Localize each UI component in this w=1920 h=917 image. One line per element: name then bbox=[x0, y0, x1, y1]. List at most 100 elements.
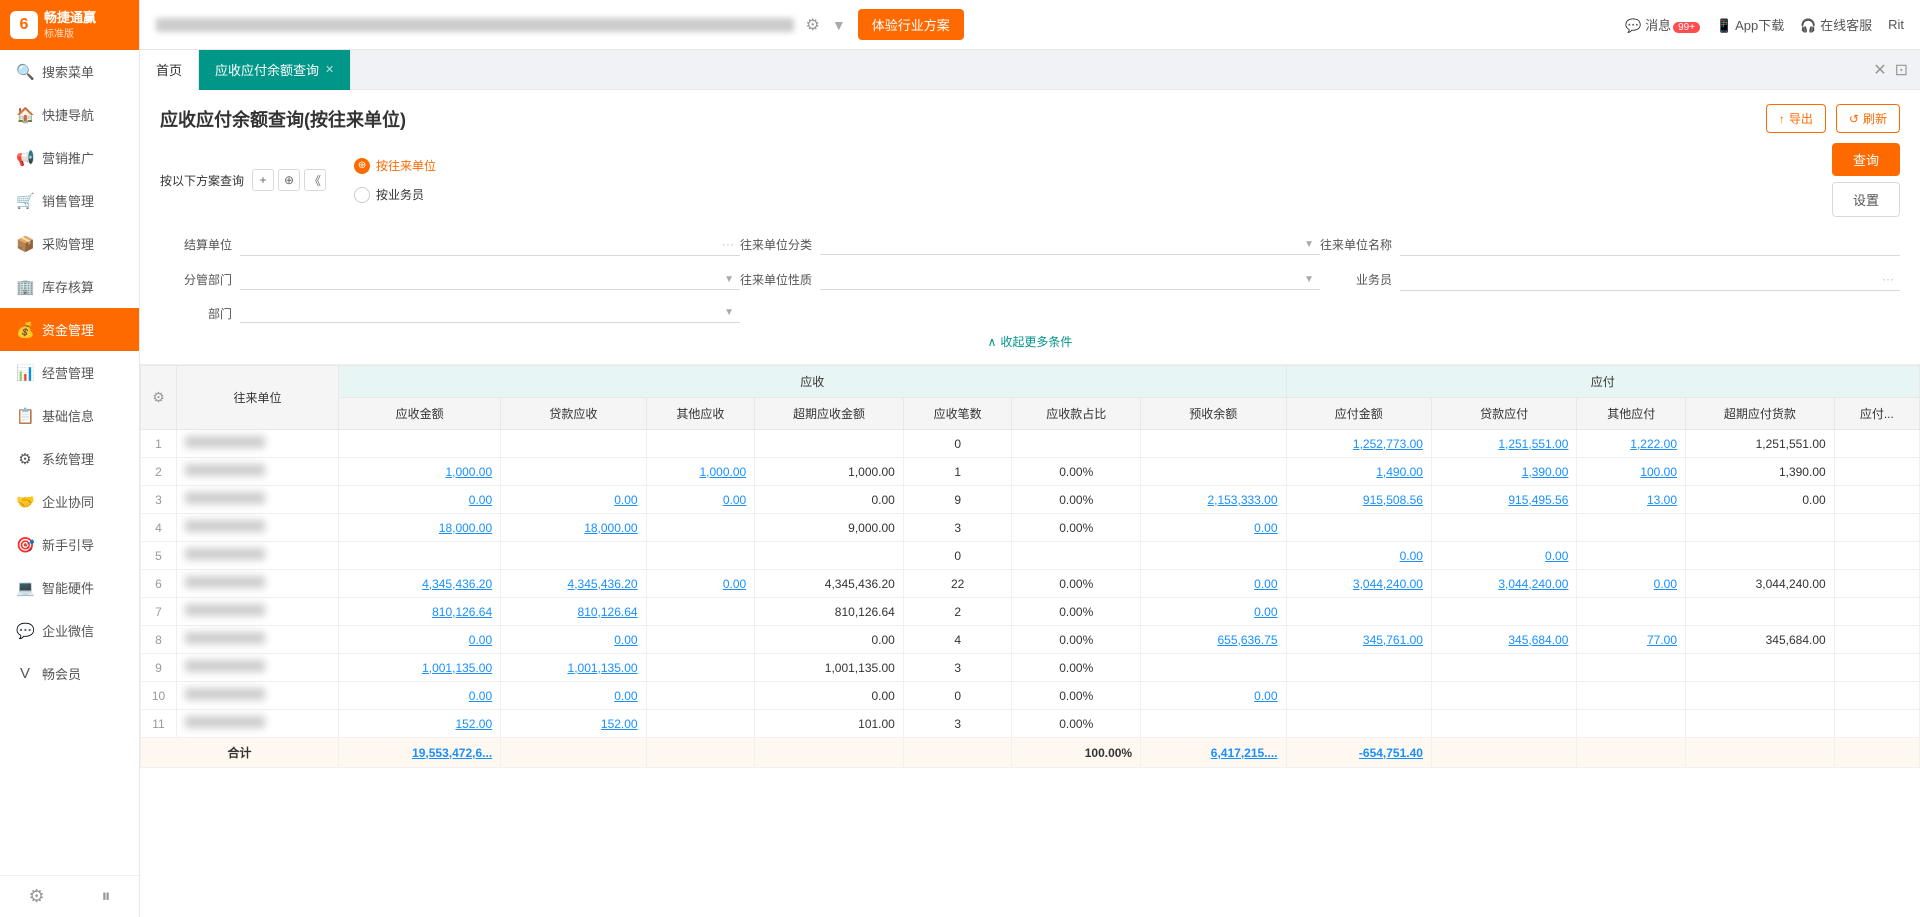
total-label: 合计 bbox=[141, 738, 339, 768]
th-group-ap: 应付 bbox=[1286, 366, 1919, 398]
filter-dept-select[interactable]: ▼ bbox=[240, 270, 740, 290]
filter-unit-name-label: 往来单位名称 bbox=[1320, 236, 1400, 253]
filter-collapse-button[interactable]: ∧ 收起更多条件 bbox=[160, 329, 1900, 354]
filter-salesperson-input[interactable]: ··· bbox=[1400, 268, 1900, 291]
sidebar-label-corp: 企业协同 bbox=[42, 492, 94, 511]
sidebar-item-member[interactable]: V畅会员 bbox=[0, 652, 139, 695]
filter-unit-name-input[interactable] bbox=[1400, 233, 1900, 256]
total-ap-amount[interactable]: -654,751.40 bbox=[1286, 738, 1431, 768]
table-row: 21,000.001,000.001,000.0010.00%1,490.001… bbox=[141, 458, 1920, 486]
sidebar-label-guide: 新手引导 bbox=[42, 535, 94, 554]
logo-icon: 6 bbox=[10, 11, 38, 39]
sidebar-label-quick-nav: 快捷导航 bbox=[42, 105, 94, 124]
sidebar-label-purchase: 采购管理 bbox=[42, 234, 94, 253]
tab-ar-ap[interactable]: 应收应付余额查询 ✕ bbox=[199, 50, 351, 90]
sidebar-label-member: 畅会员 bbox=[42, 664, 81, 683]
sidebar-item-inventory[interactable]: 🏢库存核算 bbox=[0, 265, 139, 308]
sidebar-item-guide[interactable]: 🎯新手引导 bbox=[0, 523, 139, 566]
tab-home[interactable]: 首页 bbox=[140, 50, 199, 90]
filter-unit-category-select[interactable]: ▼ bbox=[820, 235, 1320, 255]
export-button[interactable]: ↑ 导出 bbox=[1766, 104, 1826, 133]
window-close-icon[interactable]: ✕ bbox=[1873, 60, 1886, 80]
filter-department: 部门 ▼ bbox=[160, 297, 740, 329]
total-row: 合计 19,553,472,6... 100.00% 6,417,215....… bbox=[141, 738, 1920, 768]
th-ar-count: 应收笔数 bbox=[903, 398, 1012, 430]
th-ap-other: 其他应付 bbox=[1577, 398, 1686, 430]
sidebar-label-operation: 经营管理 bbox=[42, 363, 94, 382]
filter-unit-category-label: 往来单位分类 bbox=[740, 236, 820, 253]
filter-settlement-input[interactable]: ··· bbox=[240, 233, 740, 256]
filter-dept-manager: 分管部门 ▼ bbox=[160, 262, 740, 297]
solution-button[interactable]: 体验行业方案 bbox=[858, 9, 964, 40]
user-name[interactable]: Rit bbox=[1888, 17, 1904, 32]
scheme-add-icon[interactable]: + bbox=[252, 169, 274, 191]
total-ar-advance[interactable]: 6,417,215.... bbox=[1141, 738, 1286, 768]
total-ar-other bbox=[646, 738, 755, 768]
sidebar-item-wechat[interactable]: 💬 企业微信 bbox=[0, 609, 139, 652]
page-actions: ↑ 导出 ↺ 刷新 bbox=[1766, 104, 1900, 133]
filter-option-by-staff[interactable]: 按业务员 bbox=[344, 182, 446, 207]
wechat-icon: 💬 bbox=[16, 622, 34, 640]
scheme-settings-icon[interactable]: ⊕ bbox=[278, 169, 300, 191]
th-ap-loan: 贷款应付 bbox=[1431, 398, 1576, 430]
online-service[interactable]: 🎧 在线客服 bbox=[1800, 15, 1872, 34]
total-ap-loan bbox=[1431, 738, 1576, 768]
th-ar-ratio: 应收款占比 bbox=[1012, 398, 1141, 430]
search-icon: 🔍 bbox=[16, 63, 34, 81]
filter-unit-nature-select[interactable]: ▼ bbox=[820, 270, 1320, 290]
tab-close-icon[interactable]: ✕ bbox=[325, 63, 334, 76]
sidebar-item-marketing[interactable]: 📢营销推广 bbox=[0, 136, 139, 179]
filter-settlement-label: 结算单位 bbox=[160, 236, 240, 253]
query-button[interactable]: 查询 bbox=[1832, 143, 1900, 176]
sidebar-label-search: 搜索菜单 bbox=[42, 62, 94, 81]
filter-scheme-row: 按以下方案查询 + ⊕ 《 ⊕ 按往来单位 按业务员 bbox=[160, 143, 1900, 217]
table-row: 91,001,135.001,001,135.001,001,135.0030.… bbox=[141, 654, 1920, 682]
sidebar-item-sales[interactable]: 🛒销售管理 bbox=[0, 179, 139, 222]
filter-option-by-unit[interactable]: ⊕ 按往来单位 bbox=[344, 153, 446, 178]
sidebar-item-finance[interactable]: 💰资金管理 bbox=[0, 308, 139, 351]
sidebar-item-basic[interactable]: 📋基础信息 bbox=[0, 394, 139, 437]
topbar-gear-icon[interactable]: ⚙ bbox=[806, 15, 820, 35]
total-ap-other bbox=[1577, 738, 1686, 768]
logo-text: 畅捷通赢 标准版 bbox=[44, 10, 96, 41]
th-ap-overdue: 超期应付货款 bbox=[1686, 398, 1835, 430]
sidebar-item-search[interactable]: 🔍 搜索菜单 bbox=[0, 50, 139, 93]
sidebar-label-finance: 资金管理 bbox=[42, 320, 94, 339]
th-ap-more: 应付... bbox=[1834, 398, 1919, 430]
filter-unit-name: 往来单位名称 bbox=[1320, 227, 1900, 262]
option-dot-icon: ⊕ bbox=[354, 158, 370, 174]
message-icon[interactable]: 💬 消息99+ bbox=[1625, 15, 1700, 34]
sidebar-item-purchase[interactable]: 📦采购管理 bbox=[0, 222, 139, 265]
total-ar-overdue bbox=[755, 738, 904, 768]
filter-department-select[interactable]: ▼ bbox=[240, 303, 740, 323]
setting-button[interactable]: 设置 bbox=[1832, 182, 1900, 217]
page-title: 应收应付余额查询(按往来单位) bbox=[160, 106, 406, 132]
total-ar-loan bbox=[501, 738, 646, 768]
sidebar-item-corp[interactable]: 🤝企业协同 bbox=[0, 480, 139, 523]
window-controls: ✕ ⊡ bbox=[1873, 60, 1920, 80]
sidebar-label-wechat: 企业微信 bbox=[42, 621, 94, 640]
sidebar-item-system[interactable]: ⚙系统管理 bbox=[0, 437, 139, 480]
filter-grid: 结算单位 ··· 往来单位分类 ▼ 往来单位名称 分管部 bbox=[160, 227, 1900, 329]
th-ar-loan: 贷款应收 bbox=[501, 398, 646, 430]
filter-option-staff-label: 按业务员 bbox=[376, 186, 424, 203]
total-ap-overdue bbox=[1686, 738, 1835, 768]
sidebar-item-hardware[interactable]: 💻智能硬件 bbox=[0, 566, 139, 609]
tab-ar-ap-label: 应收应付余额查询 bbox=[215, 60, 319, 79]
refresh-button[interactable]: ↺ 刷新 bbox=[1836, 104, 1900, 133]
scheme-collapse-icon[interactable]: 《 bbox=[304, 169, 326, 191]
topbar-right: 💬 消息99+ 📱 App下载 🎧 在线客服 Rit bbox=[1625, 15, 1904, 34]
sidebar-item-quick-nav[interactable]: 🏠快捷导航 bbox=[0, 93, 139, 136]
sidebar-bottom-gear[interactable]: ⚙ bbox=[28, 886, 44, 907]
app-download[interactable]: 📱 App下载 bbox=[1716, 15, 1784, 34]
window-expand-icon[interactable]: ⊡ bbox=[1895, 60, 1908, 80]
page-content: 应收应付余额查询(按往来单位) ↑ 导出 ↺ 刷新 按以下方案查询 + ⊕ 《 bbox=[140, 90, 1920, 917]
th-unit: 往来单位 bbox=[177, 366, 339, 430]
sidebar-label-sales: 销售管理 bbox=[42, 191, 94, 210]
th-gear: ⚙ bbox=[141, 366, 177, 430]
table-gear-icon[interactable]: ⚙ bbox=[152, 389, 165, 405]
total-ar-amount[interactable]: 19,553,472,6... bbox=[339, 738, 501, 768]
th-ar-overdue: 超期应收金额 bbox=[755, 398, 904, 430]
sidebar-item-operation[interactable]: 📊经营管理 bbox=[0, 351, 139, 394]
sidebar-bottom-pause[interactable]: ⏸ bbox=[102, 886, 111, 907]
